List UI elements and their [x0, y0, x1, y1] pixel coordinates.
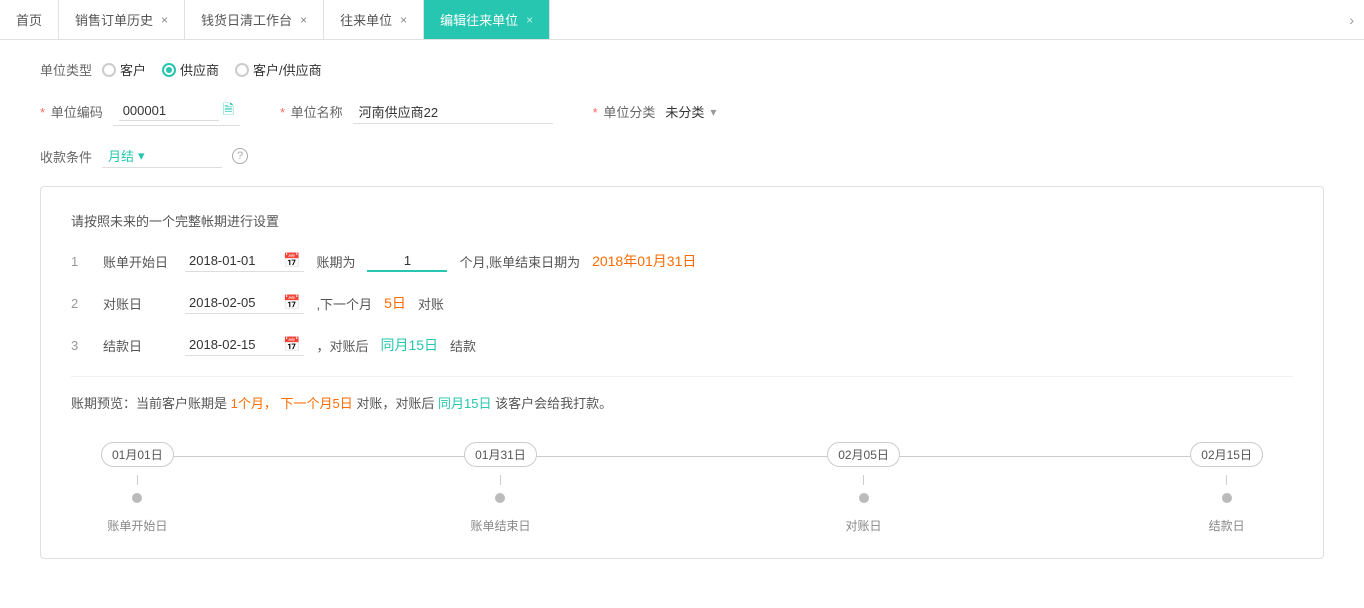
tab-sales-history[interactable]: 销售订单历史 × [59, 0, 185, 39]
close-icon[interactable]: × [400, 13, 407, 27]
calendar-icon[interactable]: 📅 [283, 252, 300, 269]
preview-p3: 同月15日 [438, 396, 491, 411]
preview-section: 账期预览：当前客户账期是 1个月， 下一个月5日 对账，对账后 同月15日 该客… [71, 376, 1293, 412]
row3-highlight: 同月15日 [380, 335, 438, 355]
chevron-down-icon: ▾ [138, 148, 145, 164]
tab-partner-label: 往来单位 [340, 10, 392, 29]
row-field-label-1: 账单开始日 [103, 252, 173, 271]
tab-partner[interactable]: 往来单位 × [324, 0, 424, 39]
timeline-date-3: 02月05日 [827, 442, 900, 467]
tab-bar: 首页 销售订单历史 × 钱货日清工作台 × 往来单位 × 编辑往来单位 × › [0, 0, 1364, 40]
radio-customer-label: 客户 [120, 60, 146, 79]
payment-terms-select[interactable]: 月结 ▾ [102, 144, 222, 168]
row-num-3: 3 [71, 338, 91, 353]
payment-date-input[interactable] [189, 337, 279, 352]
payment-terms-row: 收款条件 月结 ▾ ? [40, 144, 1324, 168]
start-date-input[interactable] [189, 253, 279, 268]
chevron-down-icon: ▾ [710, 105, 716, 119]
row2-suffix: 对账 [418, 294, 444, 313]
tab-edit-partner-label: 编辑往来单位 [440, 10, 518, 29]
timeline-date-2: 01月31日 [464, 442, 537, 467]
radio-supplier[interactable]: 供应商 [162, 60, 219, 79]
timeline-date-4: 02月15日 [1190, 442, 1263, 467]
start-date-input-wrapper: 📅 [185, 250, 304, 272]
tab-home[interactable]: 首页 [0, 0, 59, 39]
unit-category-label: * 单位分类 [593, 102, 656, 121]
timeline-point-2: 01月31日 账单结束日 [464, 442, 537, 534]
preview-mid: 对账，对账后 [356, 396, 434, 411]
unit-code-label: * 单位编码 [40, 102, 103, 121]
payment-terms-value: 月结 [108, 146, 134, 165]
timeline-desc-4: 结款日 [1209, 517, 1245, 534]
row3-prefix: ，对账后 [316, 336, 368, 355]
unit-category-select[interactable]: 未分类 ▾ [665, 102, 716, 121]
row-num-2: 2 [71, 296, 91, 311]
file-icon[interactable]: 🗎 [223, 99, 234, 123]
unit-category-value: 未分类 [665, 102, 704, 121]
period-input[interactable] [367, 251, 447, 272]
calendar-icon[interactable]: 📅 [283, 336, 300, 353]
timeline-desc-3: 对账日 [846, 517, 882, 534]
setting-row-1: 1 账单开始日 📅 账期为 个月,账单结束日期为 2018年01月31日 [71, 250, 1293, 272]
radio-both[interactable]: 客户/供应商 [235, 60, 322, 79]
timeline-container: 01月01日 账单开始日 01月31日 账单结束日 02月05日 [71, 442, 1293, 534]
unit-code-input[interactable] [119, 101, 219, 121]
help-icon[interactable]: ? [232, 148, 248, 164]
tab-cash-workbench[interactable]: 钱货日清工作台 × [185, 0, 324, 39]
recon-date-input[interactable] [189, 295, 279, 310]
radio-supplier-label: 供应商 [180, 60, 219, 79]
unit-info-row: * 单位编码 🗎 * 单位名称 * 单位分类 未分类 ▾ [40, 97, 1324, 126]
payment-terms-label: 收款条件 [40, 147, 92, 166]
radio-supplier-circle [162, 63, 176, 77]
timeline-date-1: 01月01日 [101, 442, 174, 467]
radio-both-label: 客户/供应商 [253, 60, 322, 79]
setting-row-2: 2 对账日 📅 ,下一个月 5日 对账 [71, 292, 1293, 314]
timeline-desc-2: 账单结束日 [470, 517, 530, 534]
timeline-point-1: 01月01日 账单开始日 [101, 442, 174, 534]
row-num-1: 1 [71, 254, 91, 269]
preview-p1: 1个月， [231, 396, 277, 411]
row-field-label-3: 结款日 [103, 336, 173, 355]
radio-customer-circle [102, 63, 116, 77]
unit-code-input-wrapper: 🗎 [113, 97, 240, 126]
row1-highlight: 2018年01月31日 [592, 251, 696, 271]
timeline-point-3: 02月05日 对账日 [827, 442, 900, 534]
chevron-right-icon: › [1349, 12, 1354, 28]
row3-suffix: 结款 [450, 336, 476, 355]
tab-home-label: 首页 [16, 10, 42, 29]
preview-p2: 下一个月5日 [281, 396, 353, 411]
tab-scroll-right[interactable]: › [1339, 0, 1364, 39]
close-icon[interactable]: × [526, 13, 533, 27]
radio-customer[interactable]: 客户 [102, 60, 146, 79]
tab-sales-history-label: 销售订单历史 [75, 10, 153, 29]
card-instruction: 请按照未来的一个完整帐期进行设置 [71, 211, 1293, 230]
preview-label: 账期预览：当前客户账期是 [71, 396, 227, 411]
preview-end: 该客户会给我打款。 [495, 396, 612, 411]
row2-highlight: 5日 [384, 293, 406, 313]
settings-card: 请按照未来的一个完整帐期进行设置 1 账单开始日 📅 账期为 个月,账单结束日期… [40, 186, 1324, 559]
unit-type-label: 单位类型 [40, 60, 92, 79]
timeline-point-4: 02月15日 结款日 [1190, 442, 1263, 534]
main-content: 单位类型 客户 供应商 客户/供应商 * 单位编码 🗎 * [0, 40, 1364, 608]
payment-date-input-wrapper: 📅 [185, 334, 304, 356]
recon-date-input-wrapper: 📅 [185, 292, 304, 314]
row-field-label-2: 对账日 [103, 294, 173, 313]
tab-edit-partner[interactable]: 编辑往来单位 × [424, 0, 550, 39]
setting-row-3: 3 结款日 📅 ，对账后 同月15日 结款 [71, 334, 1293, 356]
unit-type-radio-group: 客户 供应商 客户/供应商 [102, 60, 322, 79]
close-icon[interactable]: × [161, 13, 168, 27]
radio-both-circle [235, 63, 249, 77]
row1-suffix-post: 个月,账单结束日期为 [459, 252, 580, 271]
calendar-icon[interactable]: 📅 [283, 294, 300, 311]
unit-type-row: 单位类型 客户 供应商 客户/供应商 [40, 60, 1324, 79]
timeline-desc-1: 账单开始日 [107, 517, 167, 534]
close-icon[interactable]: × [300, 13, 307, 27]
row1-suffix-pre: 账期为 [316, 252, 355, 271]
unit-name-label: * 单位名称 [280, 102, 343, 121]
tab-cash-workbench-label: 钱货日清工作台 [201, 10, 292, 29]
unit-name-input[interactable] [353, 100, 553, 124]
row2-prefix: ,下一个月 [316, 294, 372, 313]
